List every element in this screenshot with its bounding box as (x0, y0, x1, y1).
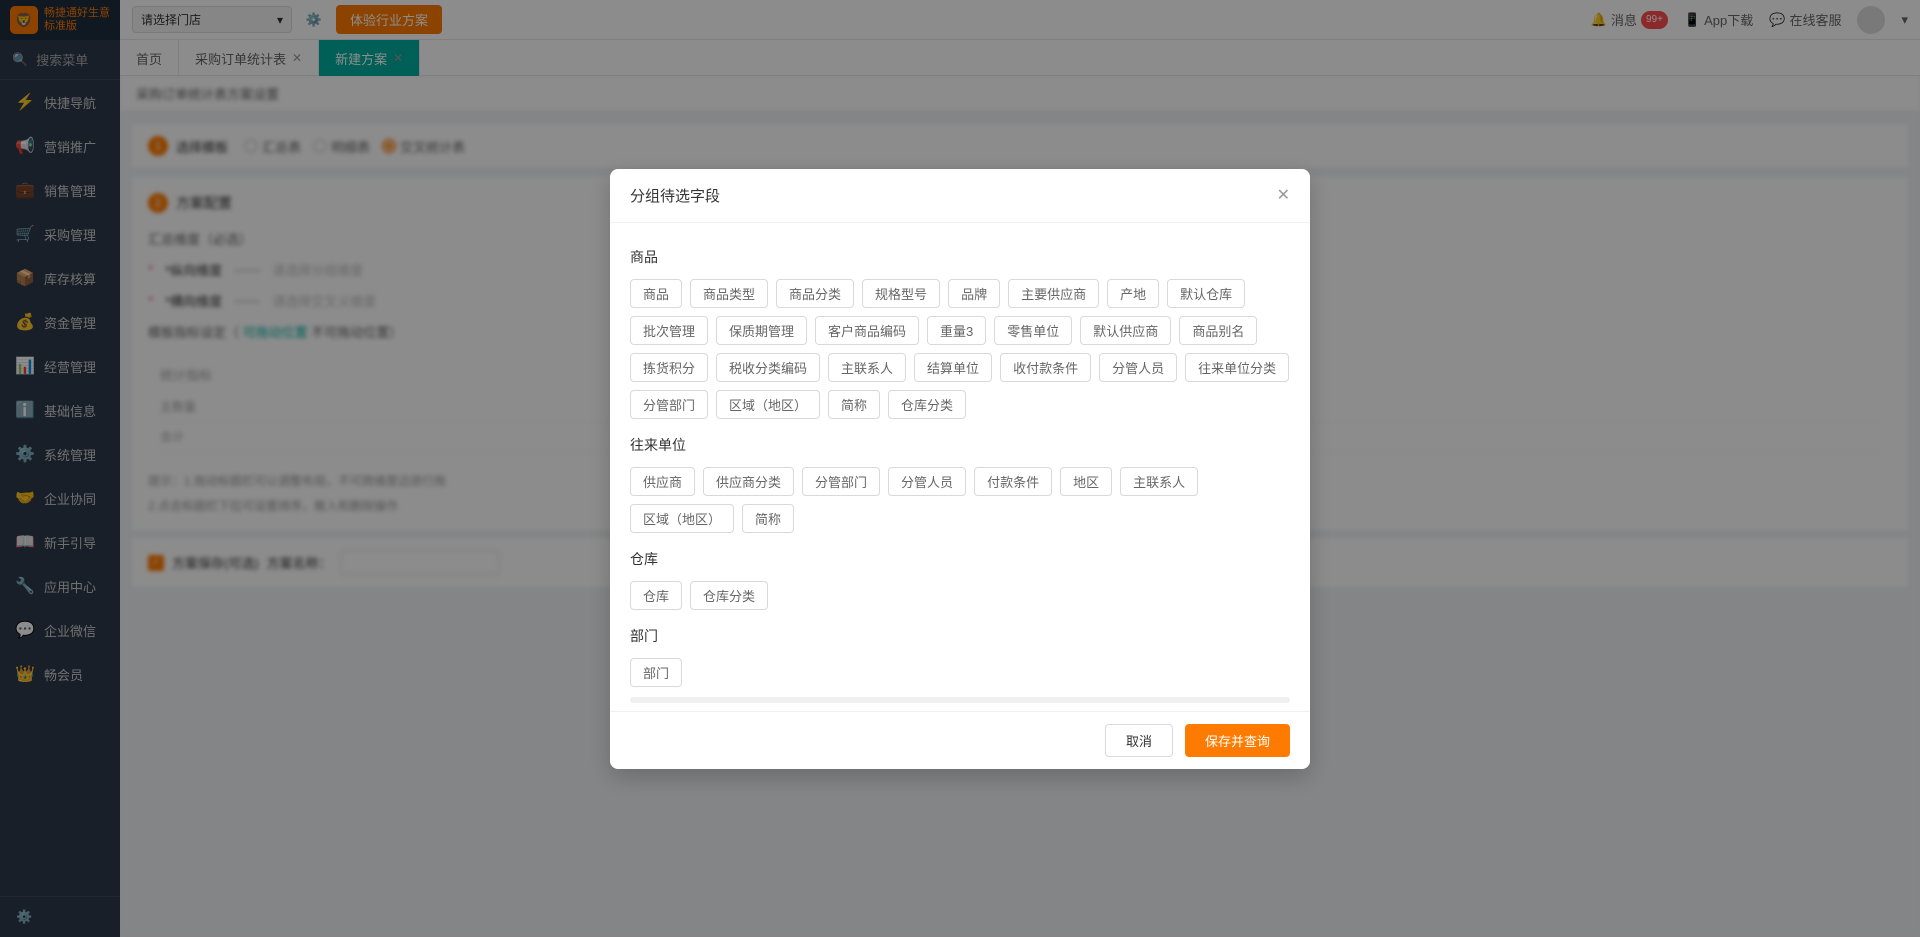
tag-商品[interactable]: 商品 (630, 279, 682, 308)
tag-重量3[interactable]: 重量3 (927, 316, 986, 345)
dialog-footer: 取消 保存并查询 (610, 711, 1310, 769)
section-title-部门: 部门 (630, 626, 1290, 646)
cancel-button[interactable]: 取消 (1105, 724, 1173, 757)
section-title-商品: 商品 (630, 247, 1290, 267)
tag-部门[interactable]: 部门 (630, 658, 682, 687)
tag-收付款条件[interactable]: 收付款条件 (1000, 353, 1091, 382)
tags-grid-商品: 商品商品类型商品分类规格型号品牌主要供应商产地默认仓库批次管理保质期管理客户商品… (630, 279, 1290, 419)
tag-仓库分类[interactable]: 仓库分类 (690, 581, 768, 610)
tag-供应商[interactable]: 供应商 (630, 467, 695, 496)
tag-分管部门[interactable]: 分管部门 (630, 390, 708, 419)
tag-零售单位[interactable]: 零售单位 (994, 316, 1072, 345)
tag-仓库[interactable]: 仓库 (630, 581, 682, 610)
tag-默认供应商[interactable]: 默认供应商 (1080, 316, 1171, 345)
section-title-仓库: 仓库 (630, 549, 1290, 569)
field-select-dialog: 分组待选字段 ✕ 商品商品商品类型商品分类规格型号品牌主要供应商产地默认仓库批次… (610, 169, 1310, 769)
tag-简称[interactable]: 简称 (742, 504, 794, 533)
horizontal-scrollbar[interactable] (630, 697, 1290, 703)
tag-规格型号[interactable]: 规格型号 (862, 279, 940, 308)
tag-保质期管理[interactable]: 保质期管理 (716, 316, 807, 345)
dialog-body[interactable]: 商品商品商品类型商品分类规格型号品牌主要供应商产地默认仓库批次管理保质期管理客户… (610, 223, 1310, 697)
dialog-header: 分组待选字段 ✕ (610, 169, 1310, 223)
tag-商品别名[interactable]: 商品别名 (1179, 316, 1257, 345)
tags-grid-部门: 部门 (630, 658, 1290, 687)
tag-地区[interactable]: 地区 (1060, 467, 1112, 496)
close-icon[interactable]: ✕ (1277, 185, 1290, 205)
tag-分管人员[interactable]: 分管人员 (1099, 353, 1177, 382)
tag-主联系人[interactable]: 主联系人 (828, 353, 906, 382)
tag-简称[interactable]: 简称 (828, 390, 880, 419)
tag-区域（地区）[interactable]: 区域（地区） (630, 504, 734, 533)
tag-主联系人[interactable]: 主联系人 (1120, 467, 1198, 496)
tag-默认仓库[interactable]: 默认仓库 (1167, 279, 1245, 308)
tag-仓库分类[interactable]: 仓库分类 (888, 390, 966, 419)
save-button[interactable]: 保存并查询 (1185, 724, 1290, 757)
tag-商品分类[interactable]: 商品分类 (776, 279, 854, 308)
tag-主要供应商[interactable]: 主要供应商 (1008, 279, 1099, 308)
tag-商品类型[interactable]: 商品类型 (690, 279, 768, 308)
tag-分管部门[interactable]: 分管部门 (802, 467, 880, 496)
tags-grid-仓库: 仓库仓库分类 (630, 581, 1290, 610)
tag-税收分类编码[interactable]: 税收分类编码 (716, 353, 820, 382)
tag-付款条件[interactable]: 付款条件 (974, 467, 1052, 496)
dialog-overlay[interactable]: 分组待选字段 ✕ 商品商品商品类型商品分类规格型号品牌主要供应商产地默认仓库批次… (0, 0, 1920, 937)
tag-分管人员[interactable]: 分管人员 (888, 467, 966, 496)
dialog-title: 分组待选字段 (630, 185, 720, 206)
section-title-往来单位: 往来单位 (630, 435, 1290, 455)
tag-区域（地区）[interactable]: 区域（地区） (716, 390, 820, 419)
tags-grid-往来单位: 供应商供应商分类分管部门分管人员付款条件地区主联系人区域（地区） 简称 (630, 467, 1290, 533)
tag-品牌[interactable]: 品牌 (948, 279, 1000, 308)
tag-批次管理[interactable]: 批次管理 (630, 316, 708, 345)
tag-结算单位[interactable]: 结算单位 (914, 353, 992, 382)
tag-供应商分类[interactable]: 供应商分类 (703, 467, 794, 496)
tag-拣货积分[interactable]: 拣货积分 (630, 353, 708, 382)
tag-客户商品编码[interactable]: 客户商品编码 (815, 316, 919, 345)
tag-往来单位分类[interactable]: 往来单位分类 (1185, 353, 1289, 382)
tag-产地[interactable]: 产地 (1107, 279, 1159, 308)
